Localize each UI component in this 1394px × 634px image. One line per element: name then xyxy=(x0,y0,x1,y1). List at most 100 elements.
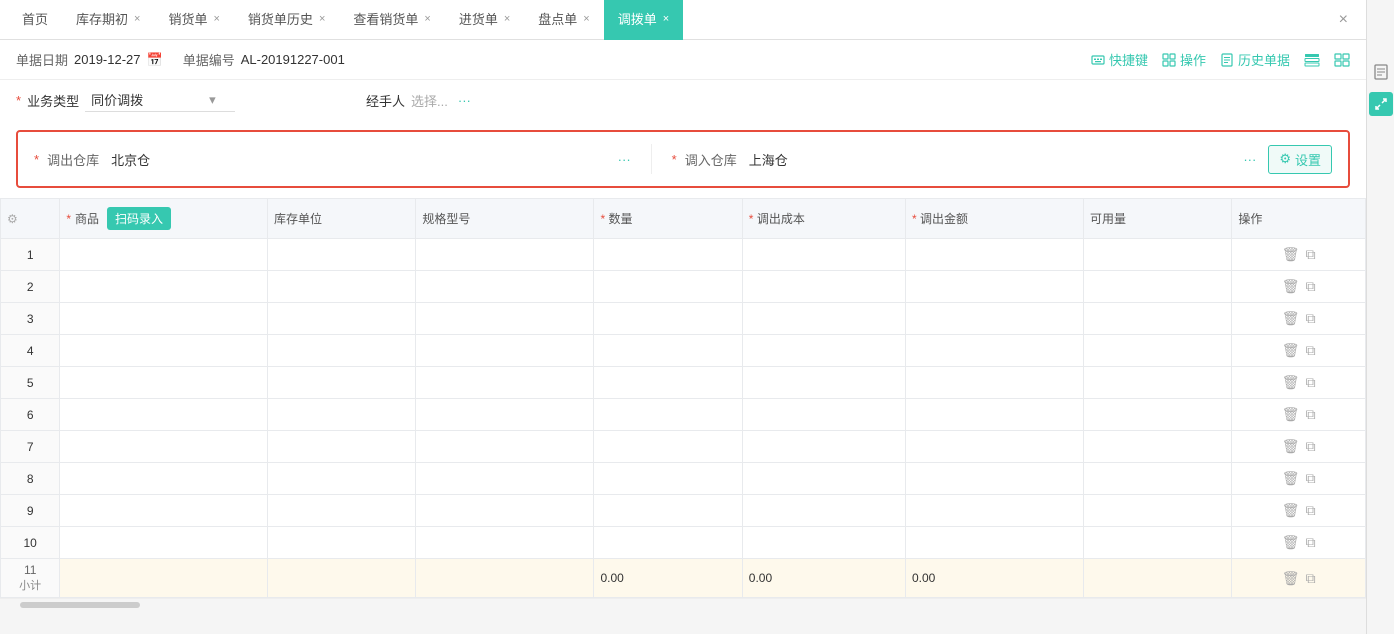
tab-purchase-close[interactable]: × xyxy=(504,13,510,25)
cell-avail[interactable] xyxy=(1084,303,1232,335)
cell-unit[interactable] xyxy=(268,463,416,495)
operations-btn[interactable]: 操作 xyxy=(1162,50,1206,69)
cell-spec[interactable] xyxy=(416,303,594,335)
history-btn[interactable]: 历史单据 xyxy=(1220,50,1290,69)
tab-view-sales[interactable]: 查看销货单 × xyxy=(339,0,444,40)
cell-goods[interactable] xyxy=(60,431,268,463)
cell-avail[interactable] xyxy=(1084,495,1232,527)
warehouse-out-more[interactable]: ··· xyxy=(618,152,631,167)
cell-spec[interactable] xyxy=(416,399,594,431)
copy-icon[interactable]: ⧉ xyxy=(1306,534,1316,551)
cell-goods[interactable] xyxy=(60,335,268,367)
tab-sales-order-close[interactable]: × xyxy=(213,13,219,25)
cell-amount[interactable] xyxy=(906,431,1084,463)
delete-icon[interactable]: 🗑 xyxy=(1282,374,1300,391)
scan-btn[interactable]: 扫码录入 xyxy=(107,207,171,230)
cell-unit[interactable] xyxy=(268,303,416,335)
cell-amount[interactable] xyxy=(906,527,1084,559)
delete-icon[interactable]: 🗑 xyxy=(1282,570,1300,587)
copy-icon[interactable]: ⧉ xyxy=(1306,342,1316,359)
cell-goods[interactable] xyxy=(60,239,268,271)
cell-qty[interactable] xyxy=(594,303,742,335)
cell-avail[interactable] xyxy=(1084,239,1232,271)
tab-stocktake[interactable]: 盘点单 × xyxy=(524,0,603,40)
cell-amount[interactable] xyxy=(906,463,1084,495)
cell-amount[interactable] xyxy=(906,399,1084,431)
cell-qty[interactable] xyxy=(594,463,742,495)
cell-unit[interactable] xyxy=(268,335,416,367)
person-select[interactable]: 选择... xyxy=(411,91,448,110)
delete-icon[interactable]: 🗑 xyxy=(1282,246,1300,263)
tab-transfer-close[interactable]: × xyxy=(663,13,669,25)
list-view-btn[interactable] xyxy=(1304,53,1320,67)
copy-icon[interactable]: ⧉ xyxy=(1306,502,1316,519)
cell-qty[interactable] xyxy=(594,431,742,463)
cell-avail[interactable] xyxy=(1084,527,1232,559)
cell-amount[interactable] xyxy=(906,495,1084,527)
tab-stocktake-close[interactable]: × xyxy=(583,13,589,25)
cell-goods[interactable] xyxy=(60,271,268,303)
cell-avail[interactable] xyxy=(1084,335,1232,367)
scroll-bar-thumb[interactable] xyxy=(20,602,140,608)
cell-unit[interactable] xyxy=(268,527,416,559)
cell-spec[interactable] xyxy=(416,495,594,527)
cell-amount[interactable] xyxy=(906,239,1084,271)
cell-spec[interactable] xyxy=(416,239,594,271)
delete-icon[interactable]: 🗑 xyxy=(1282,406,1300,423)
cell-cost[interactable] xyxy=(742,463,905,495)
cell-goods[interactable] xyxy=(60,527,268,559)
delete-icon[interactable]: 🗑 xyxy=(1282,310,1300,327)
cell-spec[interactable] xyxy=(416,271,594,303)
cell-amount[interactable] xyxy=(906,303,1084,335)
tab-purchase[interactable]: 进货单 × xyxy=(445,0,524,40)
cell-avail[interactable] xyxy=(1084,463,1232,495)
cell-goods[interactable] xyxy=(60,399,268,431)
copy-icon[interactable]: ⧉ xyxy=(1306,470,1316,487)
cell-avail[interactable] xyxy=(1084,399,1232,431)
quick-key-btn[interactable]: 快捷键 xyxy=(1091,50,1148,69)
warehouse-in-value[interactable]: 上海仓 xyxy=(749,150,788,169)
cell-spec[interactable] xyxy=(416,527,594,559)
cell-qty[interactable] xyxy=(594,335,742,367)
cell-unit[interactable] xyxy=(268,399,416,431)
cell-spec[interactable] xyxy=(416,431,594,463)
cell-unit[interactable] xyxy=(268,367,416,399)
tab-sales-history-close[interactable]: × xyxy=(319,13,325,25)
copy-icon[interactable]: ⧉ xyxy=(1306,438,1316,455)
business-type-select[interactable]: 同价调拨 ▾ xyxy=(85,88,235,112)
delete-icon[interactable]: 🗑 xyxy=(1282,502,1300,519)
cell-qty[interactable] xyxy=(594,239,742,271)
cell-unit[interactable] xyxy=(268,495,416,527)
grid-view-btn[interactable] xyxy=(1334,53,1350,67)
cell-cost[interactable] xyxy=(742,367,905,399)
cell-avail[interactable] xyxy=(1084,271,1232,303)
cell-goods[interactable] xyxy=(60,495,268,527)
scroll-bar-area[interactable] xyxy=(0,598,1366,610)
cell-qty[interactable] xyxy=(594,527,742,559)
tab-sales-history[interactable]: 销货单历史 × xyxy=(234,0,339,40)
delete-icon[interactable]: 🗑 xyxy=(1282,342,1300,359)
person-more-btn[interactable]: ··· xyxy=(458,93,471,108)
cell-unit[interactable] xyxy=(268,271,416,303)
tab-bar-close[interactable]: × xyxy=(1329,11,1358,29)
tab-initial-stock[interactable]: 库存期初 × xyxy=(62,0,154,40)
cell-amount[interactable] xyxy=(906,367,1084,399)
delete-icon[interactable]: 🗑 xyxy=(1282,534,1300,551)
tab-transfer[interactable]: 调拨单 × xyxy=(604,0,683,40)
cell-cost[interactable] xyxy=(742,303,905,335)
cell-unit[interactable] xyxy=(268,431,416,463)
cell-cost[interactable] xyxy=(742,527,905,559)
copy-icon[interactable]: ⧉ xyxy=(1306,570,1316,587)
copy-icon[interactable]: ⧉ xyxy=(1306,278,1316,295)
tab-initial-stock-close[interactable]: × xyxy=(134,13,140,25)
cell-amount[interactable] xyxy=(906,271,1084,303)
cell-avail[interactable] xyxy=(1084,431,1232,463)
cell-cost[interactable] xyxy=(742,271,905,303)
cell-spec[interactable] xyxy=(416,367,594,399)
delete-icon[interactable]: 🗑 xyxy=(1282,470,1300,487)
cell-unit[interactable] xyxy=(268,239,416,271)
cell-goods[interactable] xyxy=(60,463,268,495)
copy-icon[interactable]: ⧉ xyxy=(1306,310,1316,327)
tab-view-sales-close[interactable]: × xyxy=(424,13,430,25)
delete-icon[interactable]: 🗑 xyxy=(1282,438,1300,455)
